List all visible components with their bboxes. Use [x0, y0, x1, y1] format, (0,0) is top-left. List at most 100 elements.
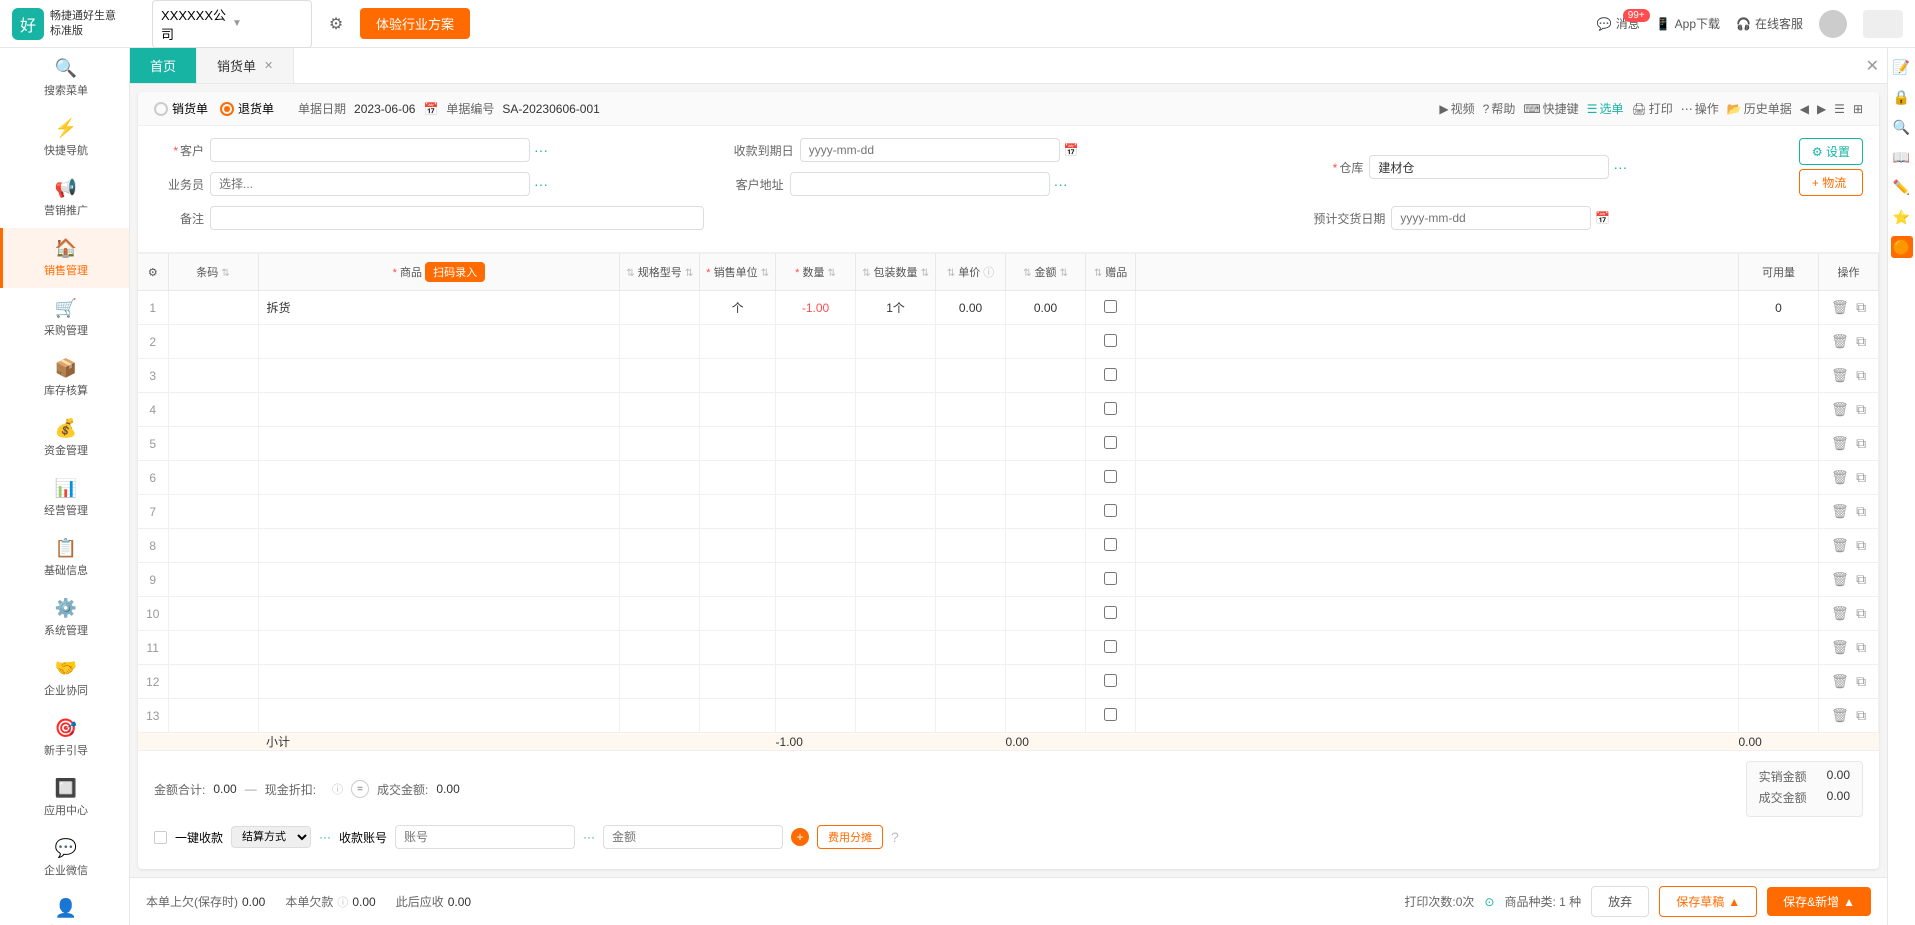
view-list-icon[interactable]: ☰	[1834, 102, 1845, 116]
payment-amount-input[interactable]	[603, 825, 783, 849]
row-copy-btn[interactable]: ⧉	[1854, 467, 1868, 488]
salesperson-dots-icon[interactable]: ···	[534, 176, 548, 192]
sidebar-item-basic[interactable]: 📋 基础信息	[0, 528, 129, 588]
col-settings[interactable]: ⚙	[138, 254, 168, 291]
row-delete-btn[interactable]: 🗑	[1829, 671, 1851, 692]
logistics-button[interactable]: + 物流	[1799, 169, 1863, 196]
right-panel-orange-icon[interactable]: 🟠	[1891, 236, 1913, 258]
row-delete-btn[interactable]: 🗑	[1829, 569, 1851, 590]
row-delete-btn[interactable]: 🗑	[1829, 501, 1851, 522]
delivery-date-input[interactable]	[1391, 206, 1591, 230]
settlement-method-select[interactable]: 结算方式	[231, 826, 311, 848]
row-delete-btn[interactable]: 🗑	[1829, 535, 1851, 556]
delivery-calendar-icon[interactable]: 📅	[1595, 211, 1610, 225]
address-dots-icon[interactable]: ···	[1054, 176, 1068, 192]
toolbar-operation[interactable]: ⋯ 操作	[1681, 100, 1719, 117]
discard-button[interactable]: 放弃	[1591, 886, 1649, 917]
sidebar-item-collab[interactable]: 🤝 企业协同	[0, 648, 129, 708]
print-settings-icon[interactable]: ⊙	[1484, 895, 1494, 909]
row-copy-btn[interactable]: ⧉	[1854, 705, 1868, 726]
payment-due-calendar-icon[interactable]: 📅	[1064, 143, 1079, 157]
trial-button[interactable]: 体验行业方案	[360, 8, 470, 39]
row-copy-btn[interactable]: ⧉	[1854, 535, 1868, 556]
calendar-icon[interactable]: 📅	[423, 102, 438, 116]
row-copy-btn[interactable]: ⧉	[1854, 433, 1868, 454]
tab-close-icon[interactable]: ✕	[264, 59, 273, 72]
message-button[interactable]: 💬 消息 99+	[1597, 15, 1640, 32]
nav-next-icon[interactable]: ▶	[1817, 102, 1826, 116]
save-new-button[interactable]: 保存&新增 ▲	[1767, 887, 1871, 916]
toolbar-select[interactable]: ☰ 选单	[1587, 100, 1624, 117]
sidebar-item-purchase[interactable]: 🛒 采购管理	[0, 288, 129, 348]
row-delete-btn[interactable]: 🗑	[1829, 705, 1851, 726]
close-window-icon[interactable]: ✕	[1866, 56, 1879, 76]
payment-due-input[interactable]	[800, 138, 1060, 162]
sidebar-item-wechat[interactable]: 💬 企业微信	[0, 828, 129, 888]
row-copy-btn[interactable]: ⧉	[1854, 297, 1868, 318]
account-input[interactable]	[395, 825, 575, 849]
row-copy-btn[interactable]: ⧉	[1854, 637, 1868, 658]
toolbar-history[interactable]: 📂 历史单据	[1727, 100, 1792, 117]
arrears-info-icon[interactable]: ⓘ	[337, 894, 348, 910]
scan-button[interactable]: 扫码录入	[425, 262, 485, 282]
row-delete-btn[interactable]: 🗑	[1829, 399, 1851, 420]
tab-sales-order[interactable]: 销货单 ✕	[197, 48, 294, 83]
app-download-button[interactable]: 📱 App下载	[1656, 15, 1720, 32]
barcode-sort-icon[interactable]: ⇅	[221, 268, 229, 279]
expense-split-button[interactable]: 费用分摊	[817, 825, 883, 849]
row-copy-btn[interactable]: ⧉	[1854, 399, 1868, 420]
toolbar-help[interactable]: ? 帮助	[1483, 100, 1516, 117]
expense-help-icon[interactable]: ?	[891, 829, 899, 845]
save-draft-button[interactable]: 保存草稿 ▲	[1659, 886, 1757, 917]
sidebar-item-marketing[interactable]: 📢 营销推广	[0, 168, 129, 228]
warehouse-dots-icon[interactable]: ···	[1613, 159, 1627, 175]
row-delete-btn[interactable]: 🗑	[1829, 603, 1851, 624]
right-panel-lock-icon[interactable]: 🔒	[1891, 86, 1913, 108]
toolbar-print[interactable]: 🖨 打印	[1631, 100, 1672, 117]
sidebar-item-appstore[interactable]: 🔲 应用中心	[0, 768, 129, 828]
avatar[interactable]	[1819, 10, 1847, 38]
row-delete-btn[interactable]: 🗑	[1829, 467, 1851, 488]
row-copy-btn[interactable]: ⧉	[1854, 331, 1868, 352]
customer-dots-icon[interactable]: ···	[534, 142, 548, 158]
right-panel-edit-icon[interactable]: 📝	[1891, 56, 1913, 78]
sidebar-item-finance[interactable]: 💰 资金管理	[0, 408, 129, 468]
warehouse-input[interactable]	[1369, 155, 1609, 179]
row-copy-btn[interactable]: ⧉	[1854, 569, 1868, 590]
price-info-icon[interactable]: ⓘ	[983, 267, 994, 279]
sidebar-item-sales[interactable]: 🏠 销售管理	[0, 228, 129, 288]
online-service-button[interactable]: 🎧 在线客服	[1736, 15, 1803, 32]
salesperson-input[interactable]	[210, 172, 530, 196]
sidebar-item-system[interactable]: ⚙️ 系统管理	[0, 588, 129, 648]
company-selector[interactable]: XXXXXX公司 ▼	[152, 0, 312, 48]
toolbar-video[interactable]: ▶ 视频	[1439, 100, 1474, 117]
customer-address-input[interactable]	[790, 172, 1050, 196]
row-delete-btn[interactable]: 🗑	[1829, 365, 1851, 386]
row-copy-btn[interactable]: ⧉	[1854, 365, 1868, 386]
toolbar-shortcut[interactable]: ⌨ 快捷键	[1523, 100, 1578, 117]
right-panel-book-icon[interactable]: 📖	[1891, 146, 1913, 168]
settlement-dots-icon[interactable]: ···	[319, 830, 331, 844]
settings-button[interactable]: ⚙ 设置	[1799, 138, 1863, 165]
one-click-payment-checkbox[interactable]	[154, 831, 167, 844]
spec-sort-icon[interactable]: ⇅	[626, 268, 634, 279]
sidebar-item-member[interactable]: 👤 畅会员	[0, 888, 129, 925]
right-panel-star-icon[interactable]: ⭐	[1891, 206, 1913, 228]
row-copy-btn[interactable]: ⧉	[1854, 501, 1868, 522]
row-delete-btn[interactable]: 🗑	[1829, 297, 1851, 318]
customer-input[interactable]	[210, 138, 530, 162]
account-dots-icon[interactable]: ···	[583, 830, 595, 844]
right-panel-zoom-icon[interactable]: 🔍	[1891, 116, 1913, 138]
right-panel-pencil-icon[interactable]: ✏️	[1891, 176, 1913, 198]
sidebar-item-search[interactable]: 🔍 搜索菜单	[0, 48, 129, 108]
nav-prev-icon[interactable]: ◀	[1800, 102, 1809, 116]
sidebar-item-guide[interactable]: 🎯 新手引导	[0, 708, 129, 768]
radio-return-order[interactable]: 退货单	[220, 100, 274, 117]
discount-info-icon[interactable]: ⓘ	[332, 781, 343, 797]
sidebar-item-inventory[interactable]: 📦 库存核算	[0, 348, 129, 408]
row-copy-btn[interactable]: ⧉	[1854, 671, 1868, 692]
notes-input[interactable]	[210, 206, 704, 230]
row-copy-btn[interactable]: ⧉	[1854, 603, 1868, 624]
settings-icon[interactable]: ⚙	[320, 8, 352, 40]
view-grid-icon[interactable]: ⊞	[1853, 102, 1863, 116]
